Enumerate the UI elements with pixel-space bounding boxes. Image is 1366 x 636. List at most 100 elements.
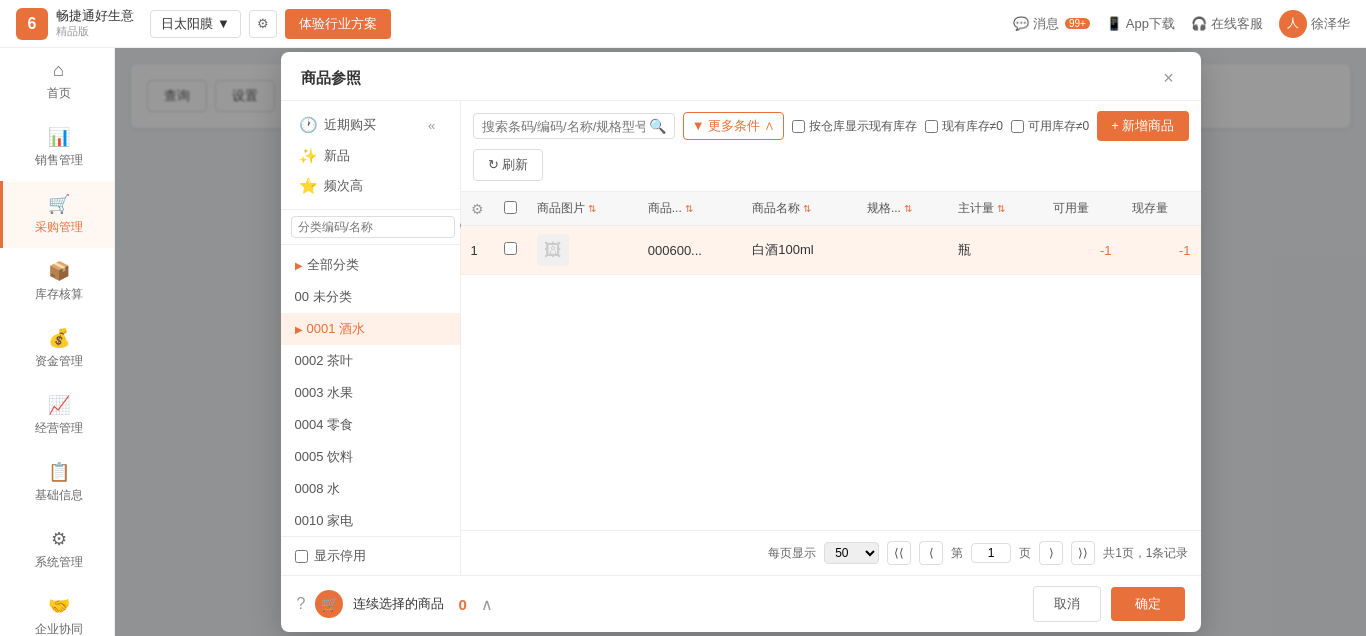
row-checkbox[interactable] (504, 242, 517, 255)
product-search-icon[interactable]: 🔍 (649, 118, 666, 134)
cell-code: 000600... (638, 226, 743, 275)
right-panel: 🔍 ▼ 更多条件 ∧ 按仓库显示现有库存 现有库存≠0 (461, 101, 1201, 575)
product-reference-modal: 商品参照 × 🕐 近期购买 « ✨ 新品 (281, 52, 1201, 632)
th-code-sort[interactable]: 商品... ⇅ (648, 200, 733, 217)
sidebar-item-finance[interactable]: 💰 资金管理 (0, 315, 114, 382)
sidebar-item-sales[interactable]: 📊 销售管理 (0, 114, 114, 181)
usable-ne0-checkbox[interactable] (1011, 120, 1024, 133)
sidebar-item-home[interactable]: ⌂ 首页 (0, 48, 114, 114)
gear-icon[interactable]: ⚙ (471, 201, 484, 217)
quick-recent-purchases[interactable]: 🕐 近期购买 « (289, 109, 452, 141)
table-row[interactable]: 1 🖼 000600... 白酒100ml (461, 226, 1201, 275)
sidebar-item-base-info[interactable]: 📋 基础信息 (0, 449, 114, 516)
finance-icon: 💰 (48, 327, 70, 349)
sort-icon-code: ⇅ (685, 203, 693, 214)
cat-item-beverage[interactable]: 0005 饮料 (281, 441, 460, 473)
th-spec: 规格... ⇅ (857, 192, 949, 226)
warehouse-stock-checkbox[interactable] (792, 120, 805, 133)
refresh-button[interactable]: ↻ 刷新 (473, 149, 544, 181)
page-number-input[interactable] (971, 543, 1011, 563)
cat-item-snack[interactable]: 0004 零食 (281, 409, 460, 441)
online-service-item[interactable]: 🎧 在线客服 (1191, 15, 1263, 33)
th-stock: 现存量 (1122, 192, 1201, 226)
category-search-input[interactable] (291, 216, 455, 238)
cancel-button[interactable]: 取消 (1033, 586, 1101, 622)
last-page-button[interactable]: ⟩⟩ (1071, 541, 1095, 565)
cat-item-fruit[interactable]: 0003 水果 (281, 377, 460, 409)
category-search-row: 🔍 (281, 210, 460, 245)
base-info-icon: 📋 (48, 461, 70, 483)
recent-label: 近期购买 (324, 116, 376, 134)
warehouse-stock-checkbox-item[interactable]: 按仓库显示现有库存 (792, 118, 917, 135)
cart-label: 连续选择的商品 (353, 595, 444, 613)
app-download-item[interactable]: 📱 App下载 (1106, 15, 1175, 33)
sidebar-item-operation[interactable]: 📈 经营管理 (0, 382, 114, 449)
sidebar-label-enterprise: 企业协同 (35, 621, 83, 636)
display-disabled-row: 显示停用 (281, 536, 460, 575)
stock-ne0-checkbox-item[interactable]: 现有库存≠0 (925, 118, 1003, 135)
sidebar-item-system[interactable]: ⚙ 系统管理 (0, 516, 114, 583)
sidebar-item-inventory[interactable]: 📦 库存核算 (0, 248, 114, 315)
cat-item-tea[interactable]: 0002 茶叶 (281, 345, 460, 377)
help-icon[interactable]: ? (297, 595, 306, 613)
sidebar-label-finance: 资金管理 (35, 353, 83, 370)
th-image-sort[interactable]: 商品图片 ⇅ (537, 200, 628, 217)
prev-page-button[interactable]: ⟨ (919, 541, 943, 565)
next-page-button[interactable]: ⟩ (1039, 541, 1063, 565)
th-checkbox (494, 192, 527, 226)
select-all-checkbox[interactable] (504, 201, 517, 214)
th-unit: 主计量 ⇅ (948, 192, 1042, 226)
th-spec-label: 规格... (867, 200, 901, 217)
display-disabled-checkbox[interactable] (295, 550, 308, 563)
th-spec-sort[interactable]: 规格... ⇅ (867, 200, 939, 217)
sidebar-label-purchase: 采购管理 (35, 219, 83, 236)
user-profile-item[interactable]: 人 徐泽华 (1279, 10, 1350, 38)
footer-collapse-icon[interactable]: ∧ (481, 595, 493, 614)
th-unit-sort[interactable]: 主计量 ⇅ (958, 200, 1032, 217)
sidebar-label-base-info: 基础信息 (35, 487, 83, 504)
th-name-sort[interactable]: 商品名称 ⇅ (752, 200, 847, 217)
new-product-button[interactable]: + 新增商品 (1097, 111, 1188, 141)
usable-ne0-checkbox-item[interactable]: 可用库存≠0 (1011, 118, 1089, 135)
product-search-input[interactable] (482, 119, 645, 134)
sidebar-item-enterprise[interactable]: 🤝 企业协同 (0, 583, 114, 636)
product-toolbar: 🔍 ▼ 更多条件 ∧ 按仓库显示现有库存 现有库存≠0 (461, 101, 1201, 192)
sidebar-item-purchase[interactable]: 🛒 采购管理 (0, 181, 114, 248)
product-table-wrap: ⚙ 商品图片 ⇅ (461, 192, 1201, 530)
th-name-label: 商品名称 (752, 200, 800, 217)
stock-ne0-checkbox[interactable] (925, 120, 938, 133)
cart-icon[interactable]: 🛒 (315, 590, 343, 618)
th-settings[interactable]: ⚙ (461, 192, 494, 226)
sales-icon: 📊 (48, 126, 70, 148)
first-page-button[interactable]: ⟨⟨ (887, 541, 911, 565)
cat-item-all[interactable]: ▶ 全部分类 (281, 249, 460, 281)
cell-index: 1 (461, 226, 494, 275)
more-filter-button[interactable]: ▼ 更多条件 ∧ (683, 112, 784, 140)
modal-footer: ? 🛒 连续选择的商品 0 ∧ 取消 确定 (281, 575, 1201, 632)
cat-item-water[interactable]: 0008 水 (281, 473, 460, 505)
trial-button[interactable]: 体验行业方案 (285, 9, 391, 39)
quick-high-frequency[interactable]: ⭐ 频次高 (289, 171, 452, 201)
sort-icon-spec: ⇅ (904, 203, 912, 214)
frequency-icon: ⭐ (299, 177, 318, 195)
confirm-button[interactable]: 确定 (1111, 587, 1185, 621)
product-table: ⚙ 商品图片 ⇅ (461, 192, 1201, 275)
page-size-select[interactable]: 50 100 200 (824, 542, 879, 564)
new-product-label: 新品 (324, 147, 350, 165)
gear-icon[interactable]: ⚙ (249, 10, 277, 38)
product-search-wrap: 🔍 (473, 113, 675, 139)
modal-close-button[interactable]: × (1157, 66, 1181, 90)
quick-new-products[interactable]: ✨ 新品 (289, 141, 452, 171)
product-image: 🖼 (537, 234, 569, 266)
cell-spec (857, 226, 949, 275)
cat-item-uncategorized[interactable]: 00 未分类 (281, 281, 460, 313)
collapse-button[interactable]: « (422, 115, 442, 135)
cat-item-liquor[interactable]: ▶ 0001 酒水 (281, 313, 460, 345)
cat-item-appliance[interactable]: 0010 家电 (281, 505, 460, 536)
sidebar-label-inventory: 库存核算 (35, 286, 83, 303)
message-nav-item[interactable]: 💬 消息 99+ (1013, 15, 1090, 33)
cart-count: 0 (458, 596, 466, 613)
quick-access-section: 🕐 近期购买 « ✨ 新品 ⭐ 频次高 (281, 101, 460, 210)
nav-selector[interactable]: 日太阳膜 ▼ (150, 10, 241, 38)
th-code: 商品... ⇅ (638, 192, 743, 226)
